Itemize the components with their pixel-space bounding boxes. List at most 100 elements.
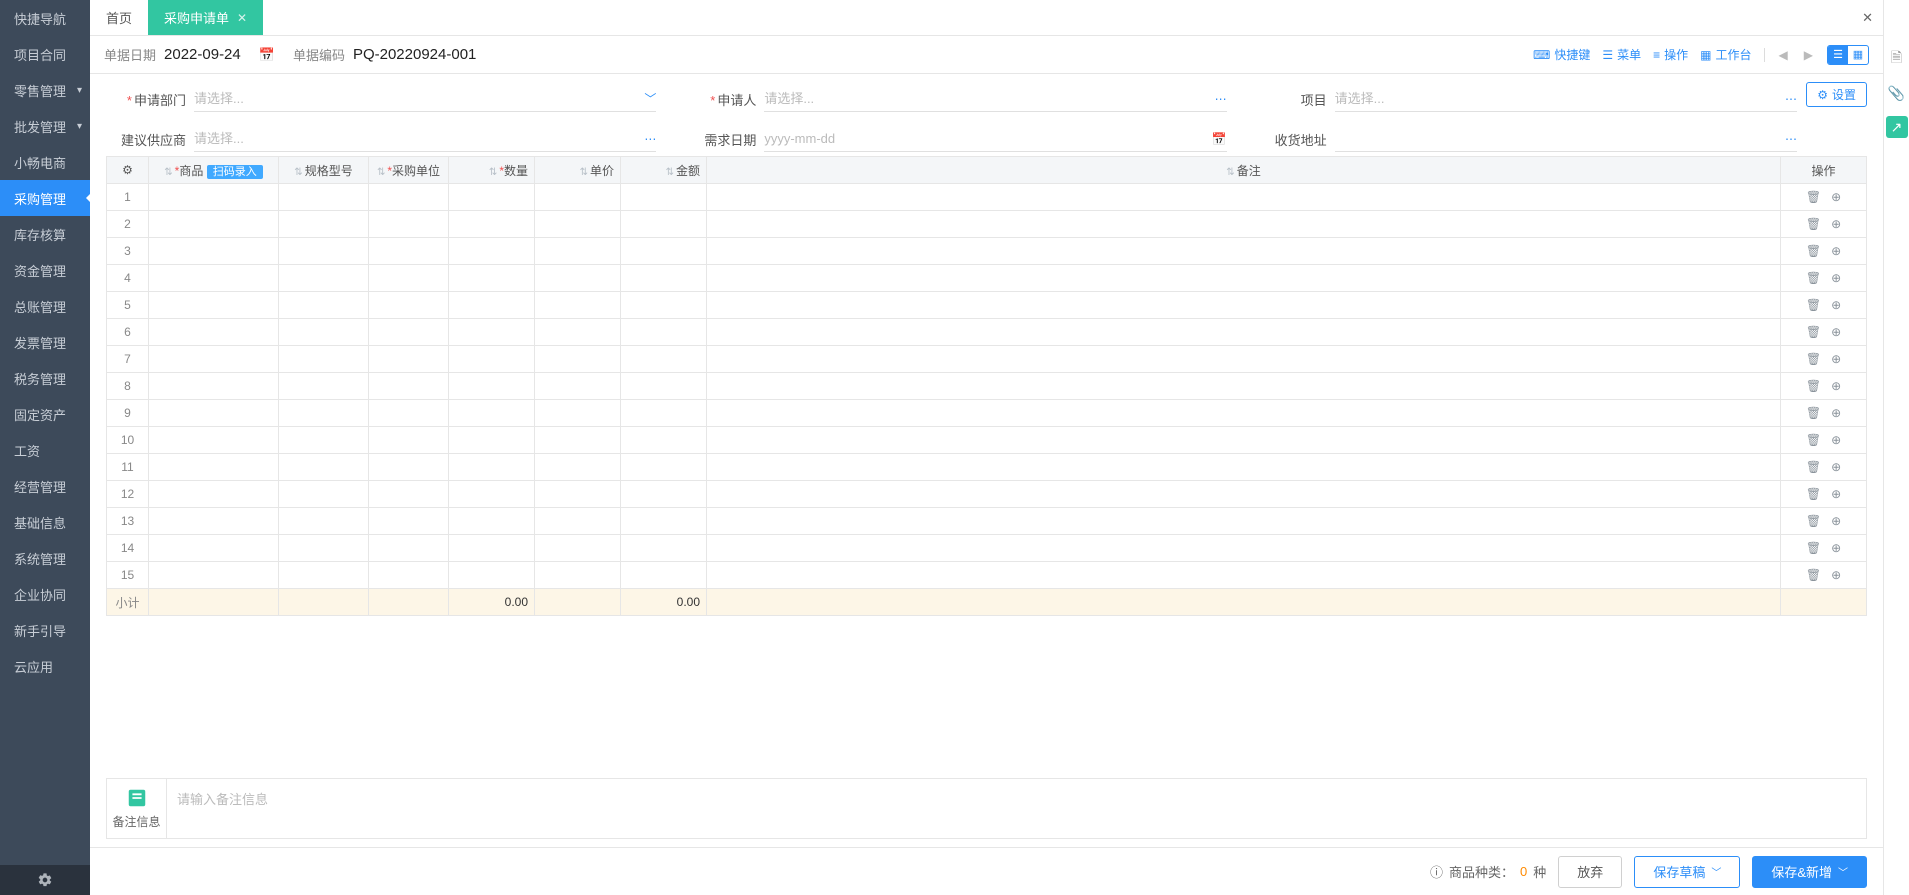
delete-row-icon[interactable]: 🗑 xyxy=(1806,271,1821,285)
sidebar-item-11[interactable]: 固定资产 xyxy=(0,396,90,432)
table-row[interactable]: 11🗑⊕ xyxy=(107,454,1867,481)
calendar-icon[interactable]: 📅 xyxy=(1212,132,1227,146)
delete-row-icon[interactable]: 🗑 xyxy=(1806,244,1821,258)
add-row-icon[interactable]: ⊕ xyxy=(1831,487,1841,501)
rail-attach-icon[interactable]: 📎 xyxy=(1886,82,1908,104)
rail-doc-icon[interactable]: 🗎 xyxy=(1886,48,1908,70)
project-input[interactable] xyxy=(1335,91,1785,106)
sidebar-item-0[interactable]: 快捷导航 xyxy=(0,0,90,36)
table-row[interactable]: 14🗑⊕ xyxy=(107,535,1867,562)
delete-row-icon[interactable]: 🗑 xyxy=(1806,217,1821,231)
add-row-icon[interactable]: ⊕ xyxy=(1831,460,1841,474)
sidebar-item-8[interactable]: 总账管理 xyxy=(0,288,90,324)
menu-link[interactable]: ☰菜单 xyxy=(1602,46,1641,63)
delete-row-icon[interactable]: 🗑 xyxy=(1806,568,1821,582)
chevron-down-icon[interactable]: ﹀ xyxy=(644,90,656,107)
sidebar-item-2[interactable]: 零售管理▾ xyxy=(0,72,90,108)
add-row-icon[interactable]: ⊕ xyxy=(1831,352,1841,366)
gear-icon[interactable]: ⚙ xyxy=(122,163,133,177)
table-row[interactable]: 2🗑⊕ xyxy=(107,211,1867,238)
sort-icon[interactable]: ⇅ xyxy=(580,169,588,177)
sidebar-item-14[interactable]: 基础信息 xyxy=(0,504,90,540)
next-doc-button[interactable]: ▶ xyxy=(1802,48,1815,62)
delete-row-icon[interactable]: 🗑 xyxy=(1806,190,1821,204)
delete-row-icon[interactable]: 🗑 xyxy=(1806,433,1821,447)
add-row-icon[interactable]: ⊕ xyxy=(1831,541,1841,555)
form-settings-button[interactable]: ⚙ 设置 xyxy=(1806,82,1867,107)
department-input[interactable] xyxy=(194,91,644,106)
sort-icon[interactable]: ⇅ xyxy=(1226,169,1234,177)
more-icon[interactable]: ⋯ xyxy=(1785,92,1797,106)
tab-purchase-request[interactable]: 采购申请单 ✕ xyxy=(148,0,263,35)
need-date-input[interactable] xyxy=(764,131,1211,146)
more-icon[interactable]: ⋯ xyxy=(644,132,656,146)
shortcut-link[interactable]: ⌨快捷键 xyxy=(1533,46,1590,63)
add-row-icon[interactable]: ⊕ xyxy=(1831,298,1841,312)
add-row-icon[interactable]: ⊕ xyxy=(1831,433,1841,447)
sidebar-item-13[interactable]: 经营管理 xyxy=(0,468,90,504)
calendar-icon[interactable]: 📅 xyxy=(259,47,275,63)
sidebar-item-17[interactable]: 新手引导 xyxy=(0,612,90,648)
save-draft-button[interactable]: 保存草稿﹀ xyxy=(1634,856,1740,888)
sort-icon[interactable]: ⇅ xyxy=(489,169,497,177)
add-row-icon[interactable]: ⊕ xyxy=(1831,244,1841,258)
rail-share-icon[interactable]: ↗ xyxy=(1886,116,1908,138)
delete-row-icon[interactable]: 🗑 xyxy=(1806,325,1821,339)
delete-row-icon[interactable]: 🗑 xyxy=(1806,379,1821,393)
table-row[interactable]: 4🗑⊕ xyxy=(107,265,1867,292)
save-and-new-button[interactable]: 保存&新增﹀ xyxy=(1752,856,1867,888)
action-link[interactable]: ≡操作 xyxy=(1653,46,1688,63)
table-row[interactable]: 10🗑⊕ xyxy=(107,427,1867,454)
delete-row-icon[interactable]: 🗑 xyxy=(1806,541,1821,555)
sidebar-item-5[interactable]: 采购管理 xyxy=(0,180,90,216)
sidebar-item-18[interactable]: 云应用 xyxy=(0,648,90,684)
add-row-icon[interactable]: ⊕ xyxy=(1831,406,1841,420)
more-icon[interactable]: ⋯ xyxy=(1215,92,1227,106)
view-list-button[interactable]: ☰ xyxy=(1828,46,1848,64)
address-input[interactable] xyxy=(1335,131,1785,146)
sidebar-item-9[interactable]: 发票管理 xyxy=(0,324,90,360)
table-row[interactable]: 6🗑⊕ xyxy=(107,319,1867,346)
sidebar-item-7[interactable]: 资金管理 xyxy=(0,252,90,288)
close-all-tabs[interactable]: ✕ xyxy=(1852,0,1883,35)
view-card-button[interactable]: ▦ xyxy=(1848,46,1868,64)
add-row-icon[interactable]: ⊕ xyxy=(1831,325,1841,339)
delete-row-icon[interactable]: 🗑 xyxy=(1806,487,1821,501)
sort-icon[interactable]: ⇅ xyxy=(164,169,172,177)
add-row-icon[interactable]: ⊕ xyxy=(1831,190,1841,204)
sidebar-item-12[interactable]: 工资 xyxy=(0,432,90,468)
sort-icon[interactable]: ⇅ xyxy=(377,169,385,177)
add-row-icon[interactable]: ⊕ xyxy=(1831,271,1841,285)
sidebar-settings-button[interactable] xyxy=(0,865,90,895)
sidebar-item-15[interactable]: 系统管理 xyxy=(0,540,90,576)
table-row[interactable]: 1🗑⊕ xyxy=(107,184,1867,211)
sidebar-item-6[interactable]: 库存核算 xyxy=(0,216,90,252)
delete-row-icon[interactable]: 🗑 xyxy=(1806,514,1821,528)
sidebar-item-4[interactable]: 小畅电商 xyxy=(0,144,90,180)
supplier-input[interactable] xyxy=(194,131,644,146)
table-row[interactable]: 8🗑⊕ xyxy=(107,373,1867,400)
table-row[interactable]: 5🗑⊕ xyxy=(107,292,1867,319)
sidebar-item-3[interactable]: 批发管理▾ xyxy=(0,108,90,144)
table-row[interactable]: 7🗑⊕ xyxy=(107,346,1867,373)
prev-doc-button[interactable]: ◀ xyxy=(1777,48,1790,62)
delete-row-icon[interactable]: 🗑 xyxy=(1806,460,1821,474)
sidebar-item-16[interactable]: 企业协同 xyxy=(0,576,90,612)
add-row-icon[interactable]: ⊕ xyxy=(1831,568,1841,582)
table-row[interactable]: 9🗑⊕ xyxy=(107,400,1867,427)
sidebar-item-1[interactable]: 项目合同 xyxy=(0,36,90,72)
remarks-textarea[interactable] xyxy=(167,779,1866,835)
sidebar-item-10[interactable]: 税务管理 xyxy=(0,360,90,396)
more-icon[interactable]: ⋯ xyxy=(1785,132,1797,146)
add-row-icon[interactable]: ⊕ xyxy=(1831,379,1841,393)
delete-row-icon[interactable]: 🗑 xyxy=(1806,298,1821,312)
add-row-icon[interactable]: ⊕ xyxy=(1831,217,1841,231)
table-row[interactable]: 12🗑⊕ xyxy=(107,481,1867,508)
delete-row-icon[interactable]: 🗑 xyxy=(1806,406,1821,420)
table-row[interactable]: 15🗑⊕ xyxy=(107,562,1867,589)
applicant-input[interactable] xyxy=(764,91,1214,106)
tab-home[interactable]: 首页 xyxy=(90,0,148,35)
delete-row-icon[interactable]: 🗑 xyxy=(1806,352,1821,366)
sort-icon[interactable]: ⇅ xyxy=(666,169,674,177)
table-row[interactable]: 13🗑⊕ xyxy=(107,508,1867,535)
